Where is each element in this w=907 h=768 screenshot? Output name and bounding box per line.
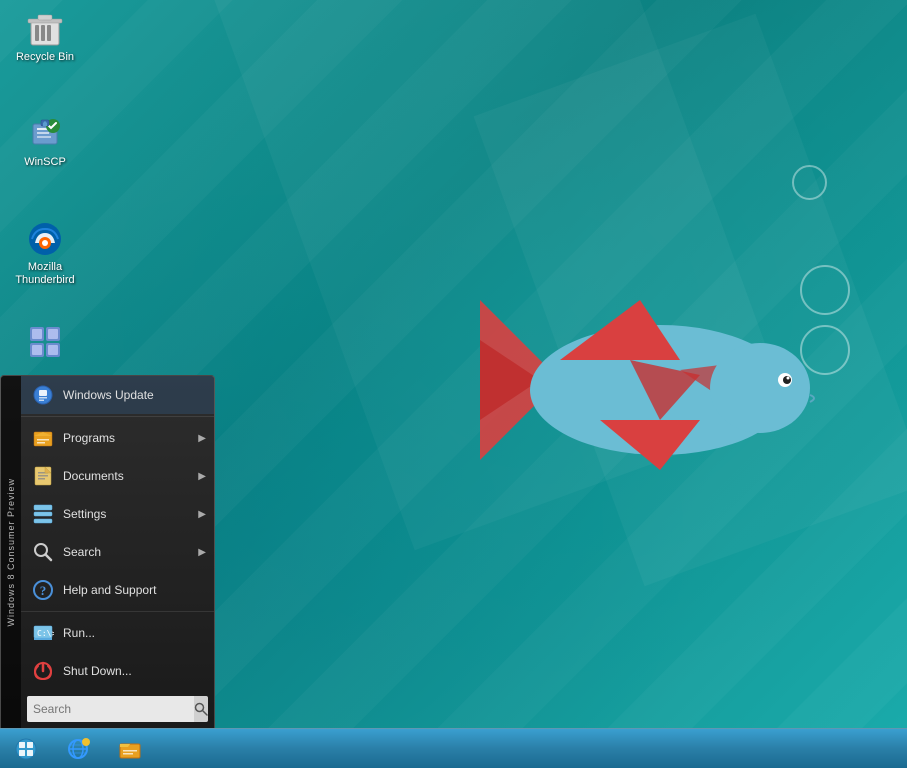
settings-icon — [31, 502, 55, 526]
start-menu: Windows 8 Consumer Preview Windows Updat… — [0, 375, 215, 728]
shutdown-icon — [31, 659, 55, 683]
svg-text:C:\>_: C:\>_ — [37, 629, 54, 638]
thunderbird-label: Mozilla Thunderbird — [15, 261, 74, 287]
desktop-icon-recycle-bin[interactable]: Recycle Bin — [5, 5, 85, 68]
taskbar — [0, 728, 907, 768]
documents-icon — [31, 464, 55, 488]
menu-item-run[interactable]: C:\>_ Run... — [21, 614, 214, 652]
desktop-icon-thunderbird[interactable]: Mozilla Thunderbird — [5, 215, 85, 291]
win8-sidebar-label: Windows 8 Consumer Preview — [1, 376, 21, 728]
documents-label: Documents — [63, 469, 124, 483]
menu-item-programs[interactable]: Programs ▶ — [21, 419, 214, 457]
help-label: Help and Support — [63, 583, 156, 597]
search-input[interactable] — [27, 698, 194, 720]
search-icon — [31, 540, 55, 564]
settings-arrow: ▶ — [198, 509, 206, 520]
windows-update-icon — [31, 383, 55, 407]
settings-label: Settings — [63, 507, 106, 521]
search-label: Search — [63, 545, 101, 559]
menu-item-search[interactable]: Search ▶ — [21, 533, 214, 571]
fish-decoration — [480, 280, 840, 520]
winscp-icon — [25, 114, 65, 154]
winscp-label: WinSCP — [24, 156, 66, 169]
menu-item-help[interactable]: ? Help and Support — [21, 571, 214, 609]
desktop-icon-app4[interactable] — [5, 318, 85, 366]
menu-item-settings[interactable]: Settings ▶ — [21, 495, 214, 533]
app4-icon — [25, 322, 65, 362]
menu-divider-2 — [21, 611, 214, 612]
menu-item-documents[interactable]: Documents ▶ — [21, 457, 214, 495]
programs-arrow: ▶ — [198, 433, 206, 444]
run-icon: C:\>_ — [31, 621, 55, 645]
menu-divider-1 — [21, 416, 214, 417]
help-icon: ? — [31, 578, 55, 602]
menu-search-bar[interactable] — [27, 696, 208, 722]
run-label: Run... — [63, 626, 95, 640]
search-arrow: ▶ — [198, 547, 206, 558]
windows-update-label: Windows Update — [63, 388, 154, 402]
desktop-icon-winscp[interactable]: WinSCP — [5, 110, 85, 173]
menu-item-shutdown[interactable]: Shut Down... — [21, 652, 214, 690]
search-submit-button[interactable] — [194, 696, 208, 722]
circle-deco-small — [792, 165, 827, 200]
desktop: Recycle Bin WinSCP — [0, 0, 907, 768]
programs-label: Programs — [63, 431, 115, 445]
file-explorer-button[interactable] — [106, 731, 154, 767]
ie-button[interactable] — [54, 731, 102, 767]
recycle-bin-label: Recycle Bin — [16, 51, 74, 64]
programs-icon — [31, 426, 55, 450]
shutdown-label: Shut Down... — [63, 664, 132, 678]
svg-text:?: ? — [40, 583, 47, 598]
start-button[interactable] — [2, 731, 50, 767]
menu-item-windows-update[interactable]: Windows Update — [21, 376, 214, 414]
documents-arrow: ▶ — [198, 471, 206, 482]
thunderbird-icon — [25, 219, 65, 259]
recycle-bin-icon — [25, 9, 65, 49]
